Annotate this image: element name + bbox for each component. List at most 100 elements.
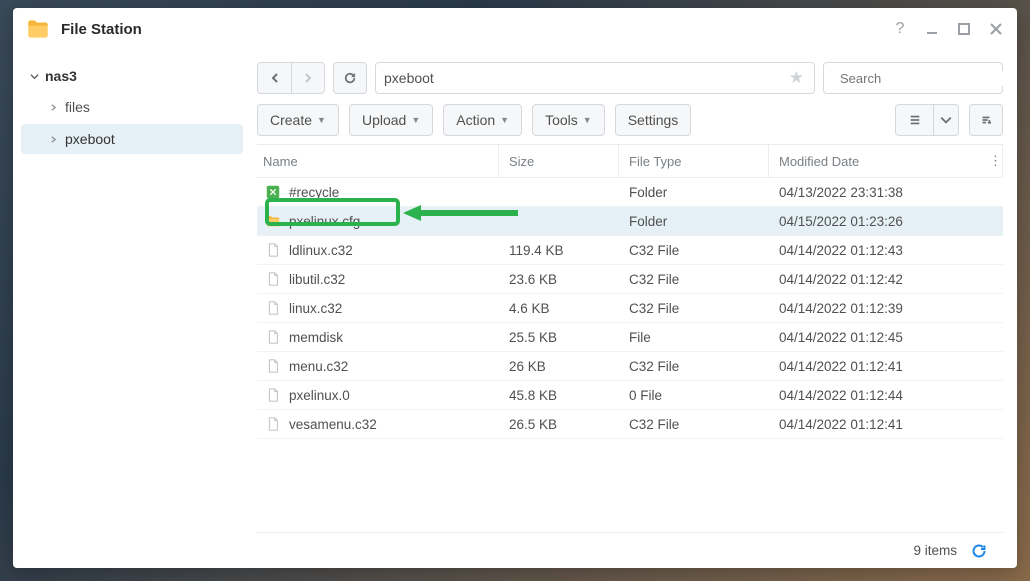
- file-modified: 04/15/2022 01:23:26: [769, 214, 1003, 229]
- nav-back-button[interactable]: [257, 62, 291, 94]
- file-modified: 04/14/2022 01:12:41: [769, 359, 1003, 374]
- file-type: Folder: [619, 214, 769, 229]
- table-row[interactable]: #recycle Folder04/13/2022 23:31:38: [257, 178, 1003, 207]
- favorite-star-icon[interactable]: ★: [787, 68, 806, 88]
- col-type[interactable]: File Type: [619, 145, 769, 177]
- minimize-icon[interactable]: [923, 20, 941, 38]
- file-type: C32 File: [619, 301, 769, 316]
- maximize-icon[interactable]: [955, 20, 973, 38]
- chevron-down-icon: ▼: [583, 115, 592, 125]
- navigation-toolbar: ★: [257, 62, 1003, 94]
- status-refresh-icon[interactable]: [971, 543, 987, 559]
- tools-button[interactable]: Tools ▼: [532, 104, 605, 136]
- file-size: 25.5 KB: [499, 330, 619, 345]
- search-box: [823, 62, 1003, 94]
- search-input[interactable]: [840, 71, 1016, 86]
- table-row[interactable]: vesamenu.c32 26.5 KBC32 File04/14/2022 01…: [257, 410, 1003, 439]
- file-size: 26 KB: [499, 359, 619, 374]
- table-body: #recycle Folder04/13/2022 23:31:38 pxelinu…: [257, 178, 1003, 532]
- sort-button[interactable]: [969, 104, 1003, 136]
- table-row[interactable]: pxelinux.0 45.8 KB0 File04/14/2022 01:12:…: [257, 381, 1003, 410]
- file-icon: [265, 300, 281, 316]
- file-name: ldlinux.c32: [289, 243, 353, 258]
- close-icon[interactable]: [987, 20, 1005, 38]
- app-title: File Station: [61, 21, 891, 38]
- folder-icon: [265, 213, 281, 229]
- create-label: Create: [270, 112, 312, 128]
- table-row[interactable]: pxelinux.cfg Folder04/15/2022 01:23:26: [257, 207, 1003, 236]
- path-input[interactable]: [384, 70, 787, 86]
- file-name: pxelinux.0: [289, 388, 350, 403]
- chevron-right-icon: [49, 103, 57, 111]
- settings-label: Settings: [628, 112, 679, 128]
- table-row[interactable]: linux.c32 4.6 KBC32 File04/14/2022 01:12:…: [257, 294, 1003, 323]
- file-icon: [265, 271, 281, 287]
- item-count: 9 items: [913, 543, 957, 558]
- col-modified[interactable]: Modified Date: [769, 145, 979, 177]
- tools-label: Tools: [545, 112, 578, 128]
- file-type: C32 File: [619, 243, 769, 258]
- recycle-icon: [265, 184, 281, 200]
- action-toolbar: Create ▼ Upload ▼ Action ▼ Tools ▼ Settings: [257, 104, 1003, 136]
- sidebar: nas3 files pxeboot: [13, 50, 251, 568]
- chevron-down-icon: ▼: [411, 115, 420, 125]
- help-icon[interactable]: ?: [891, 20, 909, 38]
- file-size: 23.6 KB: [499, 272, 619, 287]
- file-name: #recycle: [289, 185, 339, 200]
- chevron-down-icon: ▼: [500, 115, 509, 125]
- sidebar-item-label: files: [65, 99, 90, 115]
- file-modified: 04/14/2022 01:12:39: [769, 301, 1003, 316]
- nav-forward-button[interactable]: [291, 62, 325, 94]
- file-modified: 04/14/2022 01:12:42: [769, 272, 1003, 287]
- file-table: Name Size File Type Modified Date ⋮ #rec…: [257, 144, 1003, 532]
- file-name: memdisk: [289, 330, 343, 345]
- file-size: 4.6 KB: [499, 301, 619, 316]
- upload-label: Upload: [362, 112, 406, 128]
- view-dropdown-button[interactable]: [933, 104, 959, 136]
- col-menu-icon[interactable]: ⋮: [979, 145, 1003, 177]
- file-name: linux.c32: [289, 301, 342, 316]
- file-modified: 04/14/2022 01:12:43: [769, 243, 1003, 258]
- file-name: menu.c32: [289, 359, 348, 374]
- window-controls: ?: [891, 20, 1005, 38]
- upload-button[interactable]: Upload ▼: [349, 104, 433, 136]
- main-panel: ★ Create ▼ Upload ▼ Action ▼ Tools ▼ Setting…: [251, 50, 1017, 568]
- file-modified: 04/14/2022 01:12:45: [769, 330, 1003, 345]
- file-name: libutil.c32: [289, 272, 345, 287]
- file-modified: 04/14/2022 01:12:44: [769, 388, 1003, 403]
- file-type: C32 File: [619, 272, 769, 287]
- chevron-down-icon: ▼: [317, 115, 326, 125]
- create-button[interactable]: Create ▼: [257, 104, 339, 136]
- file-size: 26.5 KB: [499, 417, 619, 432]
- file-modified: 04/14/2022 01:12:41: [769, 417, 1003, 432]
- settings-button[interactable]: Settings: [615, 104, 692, 136]
- titlebar: File Station ?: [13, 8, 1017, 50]
- table-row[interactable]: ldlinux.c32119.4 KBC32 File04/14/2022 01…: [257, 236, 1003, 265]
- file-modified: 04/13/2022 23:31:38: [769, 185, 1003, 200]
- list-view-button[interactable]: [895, 104, 933, 136]
- tree-root[interactable]: nas3: [21, 62, 243, 90]
- file-type: C32 File: [619, 359, 769, 374]
- table-row[interactable]: menu.c32 26 KBC32 File04/14/2022 01:12:41: [257, 352, 1003, 381]
- col-size[interactable]: Size: [499, 145, 619, 177]
- file-type: File: [619, 330, 769, 345]
- action-label: Action: [456, 112, 495, 128]
- table-row[interactable]: memdisk 25.5 KBFile04/14/2022 01:12:45: [257, 323, 1003, 352]
- col-name[interactable]: Name: [257, 145, 499, 177]
- sidebar-item-pxeboot[interactable]: pxeboot: [21, 124, 243, 154]
- sidebar-item-files[interactable]: files: [21, 92, 243, 122]
- file-name: vesamenu.c32: [289, 417, 377, 432]
- file-type: C32 File: [619, 417, 769, 432]
- app-folder-icon: [25, 16, 51, 42]
- chevron-down-icon: [29, 71, 39, 81]
- table-row[interactable]: libutil.c32 23.6 KBC32 File04/14/2022 01:…: [257, 265, 1003, 294]
- status-bar: 9 items: [257, 532, 1003, 568]
- file-size: 45.8 KB: [499, 388, 619, 403]
- tree-root-label: nas3: [45, 68, 77, 84]
- file-type: 0 File: [619, 388, 769, 403]
- refresh-button[interactable]: [333, 62, 367, 94]
- file-type: Folder: [619, 185, 769, 200]
- file-name: pxelinux.cfg: [289, 214, 360, 229]
- action-button[interactable]: Action ▼: [443, 104, 522, 136]
- file-icon: [265, 387, 281, 403]
